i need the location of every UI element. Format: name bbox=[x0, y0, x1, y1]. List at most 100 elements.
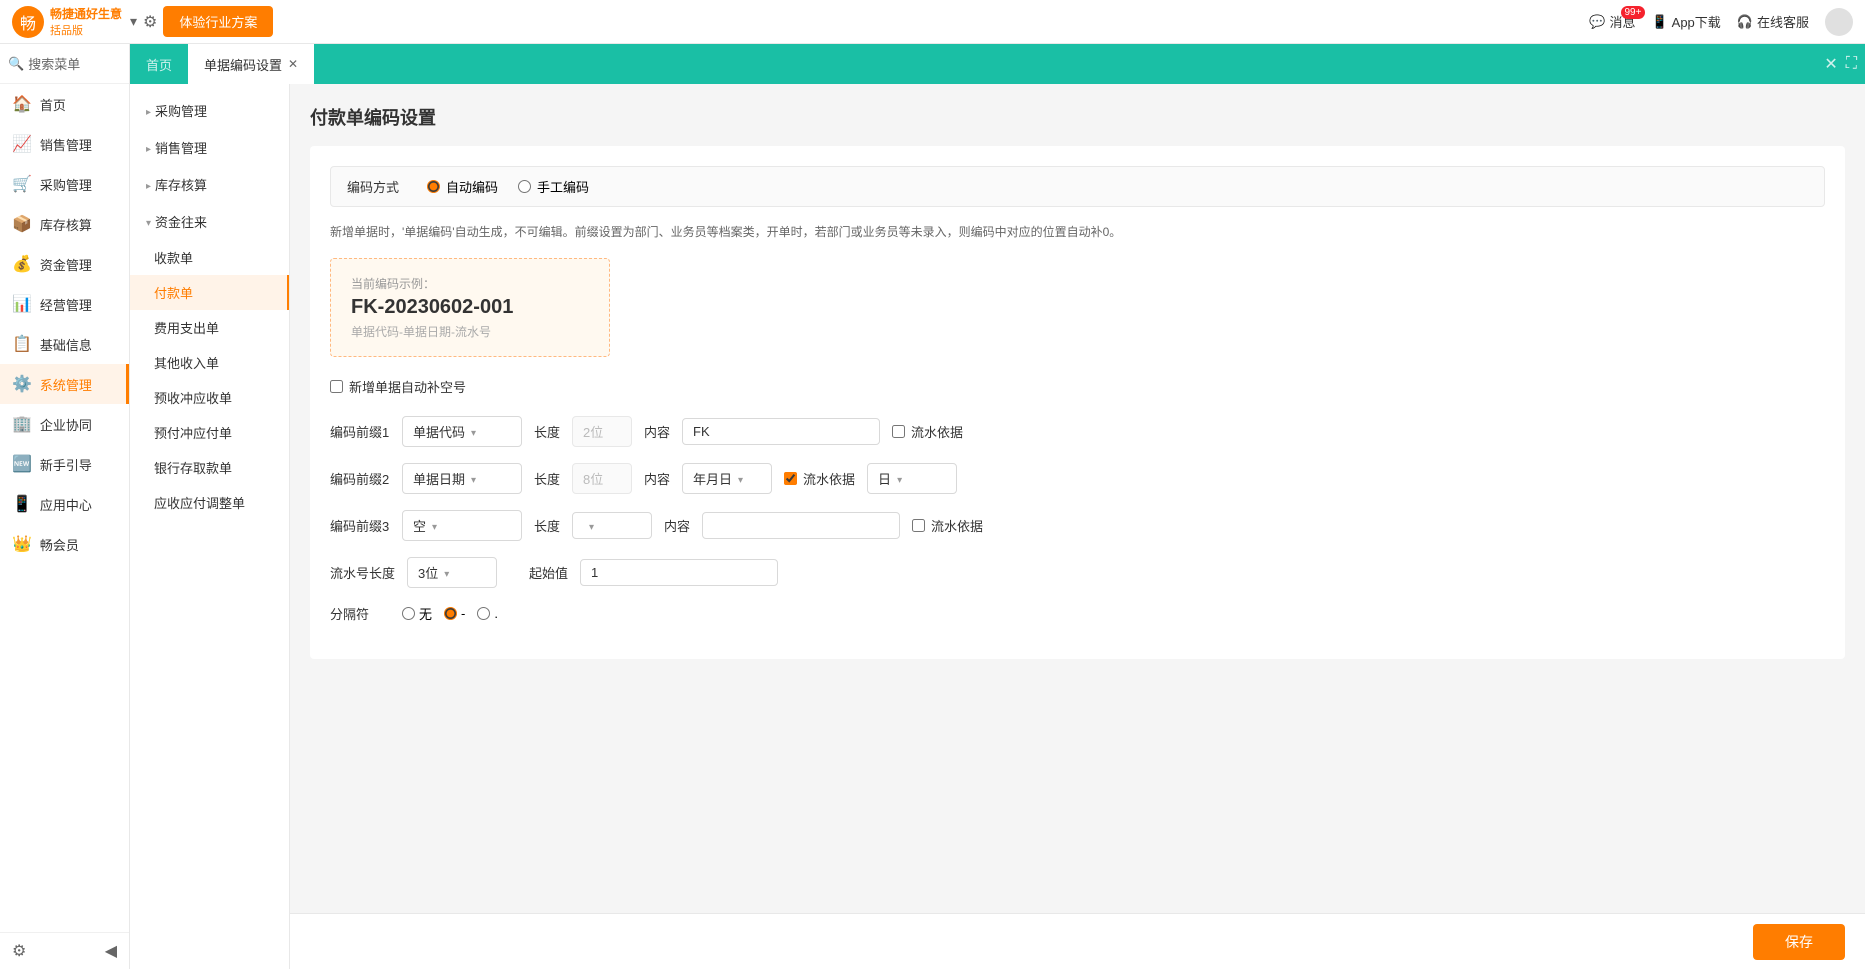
manual-code-radio-label[interactable]: 手工编码 bbox=[518, 177, 589, 196]
prefix2-select[interactable]: 单据日期 bbox=[402, 463, 522, 494]
code-preview-box: 当前编码示例： FK-20230602-001 单据代码-单据日期-流水号 bbox=[330, 258, 610, 357]
sidebar-bottom: ⚙ ◀ bbox=[0, 932, 129, 969]
save-button[interactable]: 保存 bbox=[1753, 924, 1845, 960]
sec-menu-receipt[interactable]: 收款单 bbox=[130, 240, 289, 275]
search-icon: 🔍 bbox=[8, 56, 24, 72]
prefix2-waterflow-checkbox[interactable] bbox=[784, 472, 797, 485]
settings-gear-icon[interactable]: ⚙ bbox=[143, 12, 157, 32]
prefix2-period-chevron-icon bbox=[897, 471, 902, 486]
sidebar-item-member[interactable]: 👑 畅会员 bbox=[0, 524, 129, 564]
app-download-item[interactable]: 📱 App下载 bbox=[1651, 12, 1720, 31]
member-icon: 👑 bbox=[12, 534, 32, 554]
tab-maximize-icon[interactable]: ⛶ bbox=[1846, 55, 1857, 73]
auto-code-radio[interactable] bbox=[427, 180, 440, 193]
message-item[interactable]: 💬 消息 99+ bbox=[1589, 12, 1635, 31]
prefix1-length: 2位 bbox=[572, 416, 632, 447]
prefix3-waterflow-checkbox[interactable] bbox=[912, 519, 925, 532]
prefix1-select[interactable]: 单据代码 bbox=[402, 416, 522, 447]
prefix2-period-select[interactable]: 日 bbox=[867, 463, 957, 494]
expand-capital-icon bbox=[146, 214, 151, 229]
auto-code-radio-label[interactable]: 自动编码 bbox=[427, 177, 498, 196]
enterprise-icon: 🏢 bbox=[12, 414, 32, 434]
sec-menu-sales[interactable]: 销售管理 bbox=[130, 129, 289, 166]
content-area: 采购管理 销售管理 库存核算 资金往来 收款单 付款单 费用支出单 其他收入单 bbox=[130, 84, 1865, 969]
serial-length-select[interactable]: 3位 bbox=[407, 557, 497, 588]
finance-icon: 💰 bbox=[12, 254, 32, 274]
sidebar-item-enterprise[interactable]: 🏢 企业协同 bbox=[0, 404, 129, 444]
inventory-icon: 📦 bbox=[12, 214, 32, 234]
app-icon: 📱 bbox=[1651, 14, 1667, 30]
sidebar: 🔍 搜索菜单 🏠 首页 📈 销售管理 🛒 采购管理 📦 库存核算 💰 bbox=[0, 44, 130, 969]
sec-menu-expense[interactable]: 费用支出单 bbox=[130, 310, 289, 345]
prefix2-content-select[interactable]: 年月日 bbox=[682, 463, 772, 494]
prefix3-content-input[interactable] bbox=[702, 512, 900, 539]
topbar-right: 💬 消息 99+ 📱 App下载 🎧 在线客服 bbox=[1589, 8, 1853, 36]
prefix1-row: 编码前缀1 单据代码 长度 2位 内容 流水依据 bbox=[330, 416, 1825, 447]
auto-zero-row: 新增单据自动补空号 bbox=[330, 377, 1825, 396]
prefix2-waterflow: 流水依据 bbox=[784, 469, 855, 488]
collapse-icon[interactable]: ◀ bbox=[105, 941, 117, 961]
prefix3-length-chevron-icon bbox=[589, 518, 594, 533]
settings-bottom-icon[interactable]: ⚙ bbox=[12, 941, 26, 961]
online-service-item[interactable]: 🎧 在线客服 bbox=[1737, 12, 1809, 31]
topbar-left: 畅 畅捷通好生意 括品版 ▾ ⚙ 体验行业方案 bbox=[12, 5, 273, 38]
prefix1-content-input[interactable] bbox=[682, 418, 880, 445]
separator-none-label[interactable]: 无 bbox=[402, 604, 432, 623]
bottom-bar: 保存 bbox=[290, 913, 1865, 969]
serial-length-chevron-icon bbox=[444, 565, 449, 580]
separator-row: 分隔符 无 - . bbox=[330, 604, 1825, 623]
sidebar-item-inventory[interactable]: 📦 库存核算 bbox=[0, 204, 129, 244]
tab-close-icon[interactable]: ✕ bbox=[288, 57, 298, 71]
manual-code-radio[interactable] bbox=[518, 180, 531, 193]
dropdown-arrow[interactable]: ▾ bbox=[130, 13, 137, 30]
sidebar-item-operations[interactable]: 📊 经营管理 bbox=[0, 284, 129, 324]
user-avatar[interactable] bbox=[1825, 8, 1853, 36]
sidebar-item-basic[interactable]: 📋 基础信息 bbox=[0, 324, 129, 364]
right-area: 首页 单据编码设置 ✕ ✕ ⛶ 采购管理 销售管理 bbox=[130, 44, 1865, 969]
sales-icon: 📈 bbox=[12, 134, 32, 154]
sec-menu-ap-adjust[interactable]: 应收应付调整单 bbox=[130, 485, 289, 520]
sidebar-item-home[interactable]: 🏠 首页 bbox=[0, 84, 129, 124]
separator-dash-radio[interactable] bbox=[444, 607, 457, 620]
search-menu-button[interactable]: 🔍 搜索菜单 bbox=[0, 44, 129, 84]
sec-menu-advance-recv[interactable]: 预收冲应收单 bbox=[130, 380, 289, 415]
separator-none-radio[interactable] bbox=[402, 607, 415, 620]
tab-serial[interactable]: 单据编码设置 ✕ bbox=[188, 44, 314, 84]
home-icon: 🏠 bbox=[12, 94, 32, 114]
tab-home[interactable]: 首页 bbox=[130, 44, 188, 84]
sidebar-item-sales[interactable]: 📈 销售管理 bbox=[0, 124, 129, 164]
sidebar-item-finance[interactable]: 💰 资金管理 bbox=[0, 244, 129, 284]
separator-dot-radio[interactable] bbox=[477, 607, 490, 620]
sidebar-item-guide[interactable]: 🆕 新手引导 bbox=[0, 444, 129, 484]
serial-row: 流水号长度 3位 起始值 bbox=[330, 557, 1825, 588]
separator-dot-label[interactable]: . bbox=[477, 606, 498, 621]
sec-menu-other-income[interactable]: 其他收入单 bbox=[130, 345, 289, 380]
sec-menu-bank-deposit[interactable]: 银行存取款单 bbox=[130, 450, 289, 485]
topbar-controls: ▾ ⚙ 体验行业方案 bbox=[130, 6, 273, 37]
sidebar-item-system[interactable]: ⚙️ 系统管理 bbox=[0, 364, 129, 404]
coding-method-row: 编码方式 自动编码 手工编码 bbox=[330, 166, 1825, 207]
sec-menu-capital[interactable]: 资金往来 bbox=[130, 203, 289, 240]
purchase-icon: 🛒 bbox=[12, 174, 32, 194]
guide-icon: 🆕 bbox=[12, 454, 32, 474]
sec-menu-inventory[interactable]: 库存核算 bbox=[130, 166, 289, 203]
tab-minimize-icon[interactable]: ✕ bbox=[1824, 54, 1837, 74]
sidebar-item-apps[interactable]: 📱 应用中心 bbox=[0, 484, 129, 524]
start-value-input[interactable] bbox=[580, 559, 778, 586]
prefix3-length-select[interactable] bbox=[572, 512, 652, 539]
auto-zero-checkbox[interactable] bbox=[330, 380, 343, 393]
prefix3-waterflow: 流水依据 bbox=[912, 516, 983, 535]
sec-menu-payment[interactable]: 付款单 bbox=[130, 275, 289, 310]
service-icon: 🎧 bbox=[1737, 14, 1753, 30]
separator-dash-label[interactable]: - bbox=[444, 606, 465, 621]
sec-menu-advance-pay[interactable]: 预付冲应付单 bbox=[130, 415, 289, 450]
page-title: 付款单编码设置 bbox=[310, 104, 1845, 130]
sidebar-item-purchase[interactable]: 🛒 采购管理 bbox=[0, 164, 129, 204]
operations-icon: 📊 bbox=[12, 294, 32, 314]
expand-sales-icon bbox=[146, 140, 151, 155]
trial-button[interactable]: 体验行业方案 bbox=[163, 6, 273, 37]
prefix2-length: 8位 bbox=[572, 463, 632, 494]
sec-menu-purchase[interactable]: 采购管理 bbox=[130, 92, 289, 129]
prefix1-waterflow-checkbox[interactable] bbox=[892, 425, 905, 438]
prefix3-select[interactable]: 空 bbox=[402, 510, 522, 541]
